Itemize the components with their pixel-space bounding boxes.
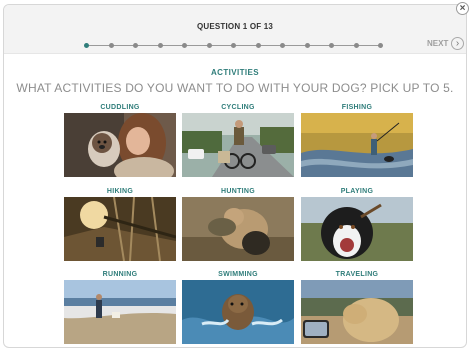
question-prompt: WHAT ACTIVITIES DO YOU WANT TO DO WITH Y… bbox=[16, 81, 454, 95]
activity-tile-playing[interactable]: PLAYING bbox=[301, 187, 413, 261]
activity-tile-cycling[interactable]: CYCLING bbox=[182, 103, 294, 177]
section-label: ACTIVITIES bbox=[210, 68, 259, 77]
quiz-panel: QUESTION 1 OF 13 NEXT › ACTIVITIES WHAT … bbox=[3, 4, 467, 348]
activity-label: HUNTING bbox=[221, 188, 255, 195]
cycling-photo[interactable] bbox=[182, 113, 294, 177]
progress-step-dot bbox=[378, 43, 383, 48]
fishing-photo[interactable] bbox=[301, 113, 413, 177]
hiking-photo[interactable] bbox=[64, 197, 176, 261]
activity-tile-hiking[interactable]: HIKING bbox=[64, 187, 176, 261]
activity-label: PLAYING bbox=[340, 188, 374, 195]
progress-step-dot bbox=[353, 43, 359, 48]
progress-step-dot bbox=[133, 43, 138, 48]
cuddling-photo[interactable] bbox=[64, 113, 176, 177]
progress-step-dot bbox=[108, 43, 114, 48]
activity-tile-cuddling[interactable]: CUDDLING bbox=[64, 103, 176, 177]
next-arrow-icon[interactable]: › bbox=[451, 37, 464, 50]
activity-label: TRAVELING bbox=[335, 271, 379, 278]
progress-step-dot bbox=[157, 43, 163, 48]
running-photo[interactable] bbox=[64, 280, 176, 344]
progress-step-dot bbox=[329, 43, 334, 48]
progress-step-dot bbox=[255, 43, 261, 48]
progress-track bbox=[84, 43, 383, 48]
activity-tile-fishing[interactable]: FISHING bbox=[301, 103, 413, 177]
progress-step-dot bbox=[231, 43, 236, 48]
activity-tile-running[interactable]: RUNNING bbox=[64, 270, 176, 344]
activity-label: FISHING bbox=[341, 104, 373, 111]
activity-tile-traveling[interactable]: TRAVELING bbox=[301, 270, 413, 344]
activity-tile-hunting[interactable]: HUNTING bbox=[182, 187, 294, 261]
activity-label: SWIMMING bbox=[218, 271, 258, 278]
traveling-photo[interactable] bbox=[301, 280, 413, 344]
progress-step-dot bbox=[206, 43, 212, 48]
close-icon[interactable]: × bbox=[456, 2, 469, 15]
activity-label: CUDDLING bbox=[100, 104, 140, 111]
quiz-header: QUESTION 1 OF 13 NEXT › bbox=[4, 5, 466, 54]
swimming-photo[interactable] bbox=[182, 280, 294, 344]
progress-step-dot bbox=[280, 43, 285, 48]
question-counter: QUESTION 1 OF 13 bbox=[196, 22, 274, 31]
next-label[interactable]: NEXT bbox=[427, 39, 448, 48]
activity-label: RUNNING bbox=[102, 271, 138, 278]
progress-step-dot bbox=[182, 43, 187, 48]
progress-step-dot bbox=[304, 43, 310, 48]
activity-label: HIKING bbox=[106, 188, 134, 195]
progress-step-dot bbox=[84, 43, 89, 48]
activity-tile-swimming[interactable]: SWIMMING bbox=[182, 270, 294, 344]
playing-photo[interactable] bbox=[301, 197, 413, 261]
activity-label: CYCLING bbox=[221, 104, 255, 111]
hunting-photo[interactable] bbox=[182, 197, 294, 261]
